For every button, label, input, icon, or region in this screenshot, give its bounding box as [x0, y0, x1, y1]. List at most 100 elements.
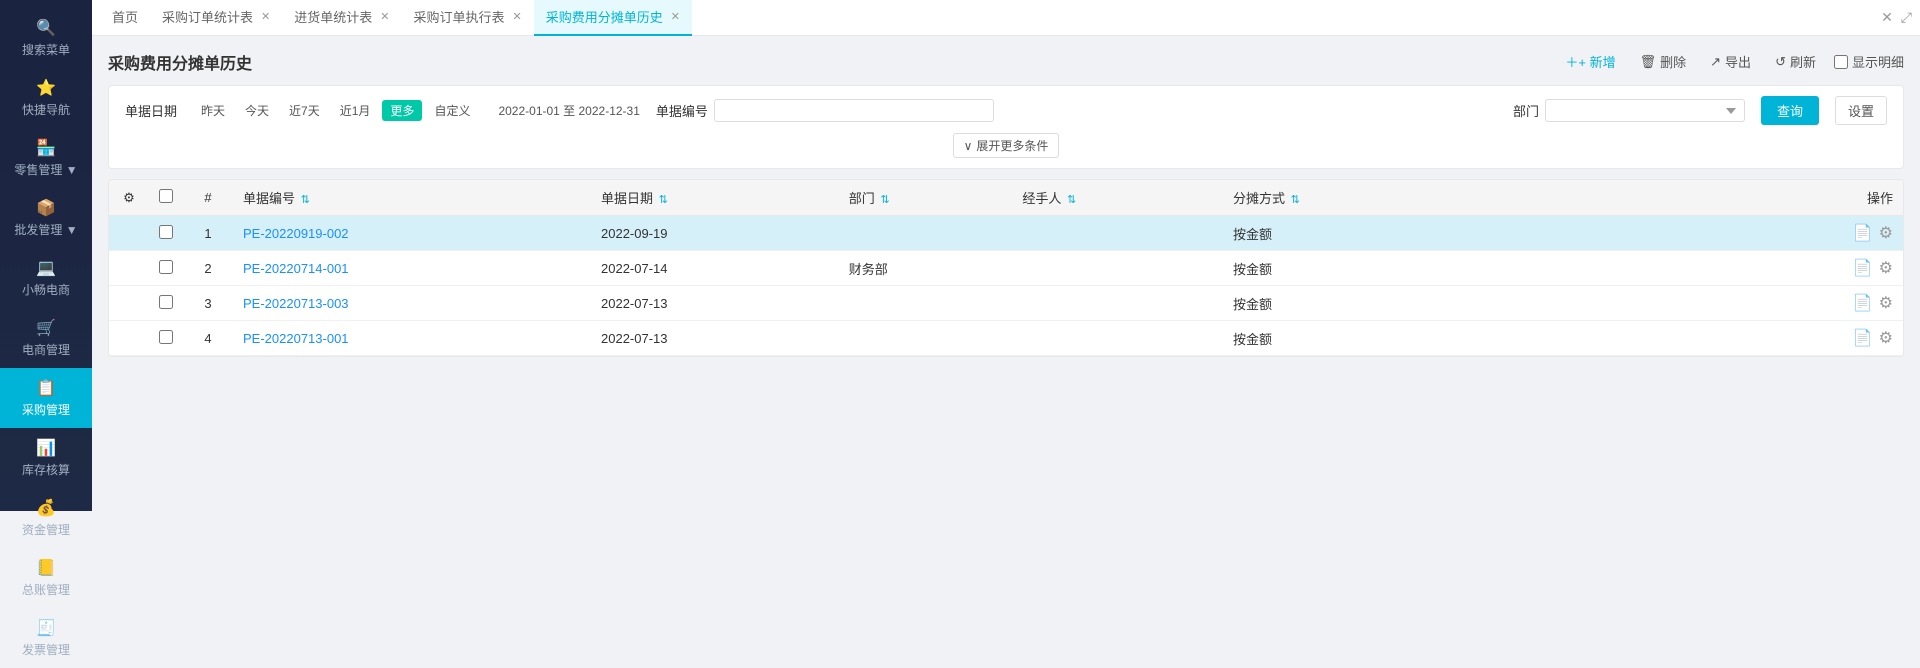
sidebar-label-retail: 零售管理 ▼ [14, 161, 77, 178]
sidebar-icon-ecommerce: 🛒 [36, 318, 56, 338]
col-split-method[interactable]: 分摊方式 ⇅ [1223, 180, 1823, 216]
row-checkbox-0[interactable] [159, 225, 173, 239]
row-actions-0: 📄 ⚙ [1823, 216, 1903, 251]
date-opt-7days[interactable]: 近7天 [281, 100, 328, 121]
tab-import-stat[interactable]: 进货单统计表 ✕ [282, 0, 401, 36]
delete-button[interactable]: 🗑 删除 [1634, 48, 1693, 75]
row-check-0 [149, 216, 183, 251]
row-more-btn-0[interactable]: ⚙ [1879, 223, 1893, 243]
search-button[interactable]: 查询 [1761, 96, 1819, 125]
date-opt-1month[interactable]: 近1月 [332, 100, 379, 121]
sidebar-icon-account: 📒 [36, 558, 56, 578]
export-icon: ↗ [1710, 54, 1721, 70]
sidebar-item-retail[interactable]: 🏪 零售管理 ▼ [0, 128, 92, 188]
table-header-row: ⚙ # 单据编号 ⇅ 单据日期 ⇅ [109, 180, 1903, 216]
row-handler-0 [1012, 216, 1223, 251]
row-more-btn-2[interactable]: ⚙ [1879, 293, 1893, 313]
select-all-checkbox[interactable] [159, 189, 173, 203]
col-order-no[interactable]: 单据编号 ⇅ [233, 180, 591, 216]
col-settings[interactable]: ⚙ [109, 180, 149, 216]
sidebar-item-search[interactable]: 🔍 搜索菜单 [0, 8, 92, 68]
row-more-btn-1[interactable]: ⚙ [1879, 258, 1893, 278]
row-view-btn-1[interactable]: 📄 [1853, 258, 1873, 278]
sort-handler-icon: ⇅ [1067, 194, 1076, 206]
filter-row-1: 单据日期 昨天 今天 近7天 近1月 更多 自定义 2022-01-01 至 2… [125, 96, 1887, 125]
tab-home[interactable]: 首页 [100, 0, 150, 36]
sidebar-item-inventory[interactable]: 📊 库存核算 [0, 428, 92, 488]
tab-purchase-order-stat[interactable]: 采购订单统计表 ✕ [150, 0, 282, 36]
sidebar-item-mini[interactable]: 💻 小畅电商 [0, 248, 92, 308]
date-range: 2022-01-01 至 2022-12-31 [498, 102, 639, 119]
sidebar-item-ecommerce[interactable]: 🛒 电商管理 [0, 308, 92, 368]
dept-select[interactable] [1545, 99, 1745, 122]
filter-settings-button[interactable]: 设置 [1835, 96, 1887, 125]
row-view-btn-2[interactable]: 📄 [1853, 293, 1873, 313]
row-checkbox-1[interactable] [159, 260, 173, 274]
close-tab-purchase-order-stat[interactable]: ✕ [261, 10, 270, 23]
sidebar-label-wholesale: 批发管理 ▼ [14, 221, 77, 238]
row-more-btn-3[interactable]: ⚙ [1879, 328, 1893, 348]
sort-order-no-icon: ⇅ [301, 194, 310, 206]
sidebar-item-invoice[interactable]: 🧾 发票管理 [0, 608, 92, 668]
toolbar: ＋ + 新增 🗑 删除 ↗ 导出 ↺ 刷新 显示明细 [1559, 48, 1904, 75]
sidebar-label-account: 总账管理 [22, 581, 70, 598]
row-split-method-0: 按金额 [1223, 216, 1823, 251]
close-tab-purchase-order-exec[interactable]: ✕ [513, 10, 522, 23]
sort-date-icon: ⇅ [659, 194, 668, 206]
sidebar-item-finance[interactable]: 💰 资金管理 [0, 488, 92, 548]
row-settings-0 [109, 216, 149, 251]
show-columns-checkbox: 显示明细 [1834, 52, 1904, 71]
sidebar-item-wholesale[interactable]: 📦 批发管理 ▼ [0, 188, 92, 248]
row-num-2: 3 [183, 286, 233, 321]
show-columns-check[interactable] [1834, 55, 1848, 69]
col-date[interactable]: 单据日期 ⇅ [591, 180, 839, 216]
row-date-0: 2022-09-19 [591, 216, 839, 251]
sidebar-label-finance: 资金管理 [22, 521, 70, 538]
sidebar-item-quick[interactable]: ⭐ 快捷导航 [0, 68, 92, 128]
date-opt-yesterday[interactable]: 昨天 [193, 100, 233, 121]
export-button[interactable]: ↗ 导出 [1704, 48, 1757, 75]
date-opt-more[interactable]: 更多 [382, 100, 422, 121]
row-check-2 [149, 286, 183, 321]
row-handler-1 [1012, 251, 1223, 286]
order-num-input[interactable] [714, 99, 994, 122]
date-opt-today[interactable]: 今天 [237, 100, 277, 121]
row-checkbox-3[interactable] [159, 330, 173, 344]
sidebar-icon-search: 🔍 [36, 18, 56, 38]
row-order-no-1[interactable]: PE-20220714-001 [233, 251, 591, 286]
dept-label: 部门 [1513, 101, 1539, 120]
close-tab-purchase-cost[interactable]: ✕ [671, 10, 680, 23]
sidebar-item-account[interactable]: 📒 总账管理 [0, 548, 92, 608]
row-order-no-2[interactable]: PE-20220713-003 [233, 286, 591, 321]
row-settings-2 [109, 286, 149, 321]
tab-purchase-order-exec[interactable]: 采购订单执行表 ✕ [401, 0, 533, 36]
row-date-1: 2022-07-14 [591, 251, 839, 286]
refresh-button[interactable]: ↺ 刷新 [1769, 48, 1822, 75]
sidebar-item-purchase[interactable]: 📋 采购管理 [0, 368, 92, 428]
col-handler[interactable]: 经手人 ⇅ [1012, 180, 1223, 216]
col-num: # [183, 180, 233, 216]
table-row: 2 PE-20220714-001 2022-07-14 财务部 按金额 📄 ⚙ [109, 251, 1903, 286]
expand-row: ∨ 展开更多条件 [125, 133, 1887, 158]
date-label: 单据日期 [125, 101, 177, 120]
tab-purchase-cost[interactable]: 采购费用分摊单历史 ✕ [534, 0, 692, 36]
row-check-3 [149, 321, 183, 356]
row-order-no-3[interactable]: PE-20220713-001 [233, 321, 591, 356]
row-num-3: 4 [183, 321, 233, 356]
sidebar-icon-wholesale: 📦 [36, 198, 56, 218]
maximize-icon[interactable]: ⤢ [1901, 9, 1912, 26]
sort-dept-icon: ⇅ [880, 194, 889, 206]
col-dept[interactable]: 部门 ⇅ [839, 180, 1013, 216]
row-order-no-0[interactable]: PE-20220919-002 [233, 216, 591, 251]
add-button[interactable]: ＋ + 新增 [1559, 48, 1621, 75]
row-checkbox-2[interactable] [159, 295, 173, 309]
row-dept-0 [839, 216, 1013, 251]
tab-bar: 首页 采购订单统计表 ✕ 进货单统计表 ✕ 采购订单执行表 ✕ 采购费用分摊单历… [92, 0, 1920, 36]
refresh-icon: ↺ [1775, 54, 1786, 70]
row-view-btn-3[interactable]: 📄 [1853, 328, 1873, 348]
row-view-btn-0[interactable]: 📄 [1853, 223, 1873, 243]
close-tab-import-stat[interactable]: ✕ [380, 10, 389, 23]
date-opt-custom[interactable]: 自定义 [426, 100, 478, 121]
close-all-icon[interactable]: ✕ [1881, 9, 1893, 26]
expand-button[interactable]: ∨ 展开更多条件 [953, 133, 1060, 158]
